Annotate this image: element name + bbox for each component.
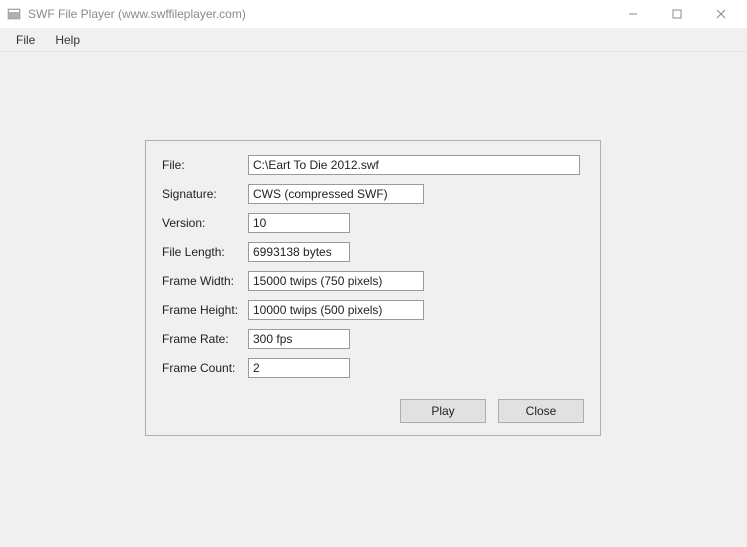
label-frame-height: Frame Height:: [162, 303, 248, 317]
button-row: Play Close: [400, 399, 584, 423]
titlebar: SWF File Player (www.swffileplayer.com): [0, 0, 747, 28]
maximize-button[interactable]: [655, 0, 699, 28]
input-frame-height[interactable]: [248, 300, 424, 320]
app-icon: [6, 6, 22, 22]
minimize-button[interactable]: [611, 0, 655, 28]
close-panel-button[interactable]: Close: [498, 399, 584, 423]
label-signature: Signature:: [162, 187, 248, 201]
menubar: File Help: [0, 28, 747, 52]
row-signature: Signature:: [162, 184, 584, 204]
label-version: Version:: [162, 216, 248, 230]
input-file[interactable]: [248, 155, 580, 175]
file-info-panel: File: Signature: Version: File Length: F…: [145, 140, 601, 436]
row-version: Version:: [162, 213, 584, 233]
row-frame-count: Frame Count:: [162, 358, 584, 378]
label-file: File:: [162, 158, 248, 172]
window-controls: [611, 0, 743, 28]
input-file-length[interactable]: [248, 242, 350, 262]
row-frame-rate: Frame Rate:: [162, 329, 584, 349]
close-button[interactable]: [699, 0, 743, 28]
label-frame-rate: Frame Rate:: [162, 332, 248, 346]
input-version[interactable]: [248, 213, 350, 233]
label-frame-width: Frame Width:: [162, 274, 248, 288]
menu-help[interactable]: Help: [45, 30, 90, 50]
row-frame-height: Frame Height:: [162, 300, 584, 320]
input-frame-width[interactable]: [248, 271, 424, 291]
play-button[interactable]: Play: [400, 399, 486, 423]
window-title: SWF File Player (www.swffileplayer.com): [28, 7, 611, 21]
input-signature[interactable]: [248, 184, 424, 204]
label-file-length: File Length:: [162, 245, 248, 259]
label-frame-count: Frame Count:: [162, 361, 248, 375]
input-frame-count[interactable]: [248, 358, 350, 378]
input-frame-rate[interactable]: [248, 329, 350, 349]
menu-file[interactable]: File: [6, 30, 45, 50]
row-frame-width: Frame Width:: [162, 271, 584, 291]
row-file: File:: [162, 155, 584, 175]
client-area: File: Signature: Version: File Length: F…: [0, 52, 747, 547]
row-file-length: File Length:: [162, 242, 584, 262]
